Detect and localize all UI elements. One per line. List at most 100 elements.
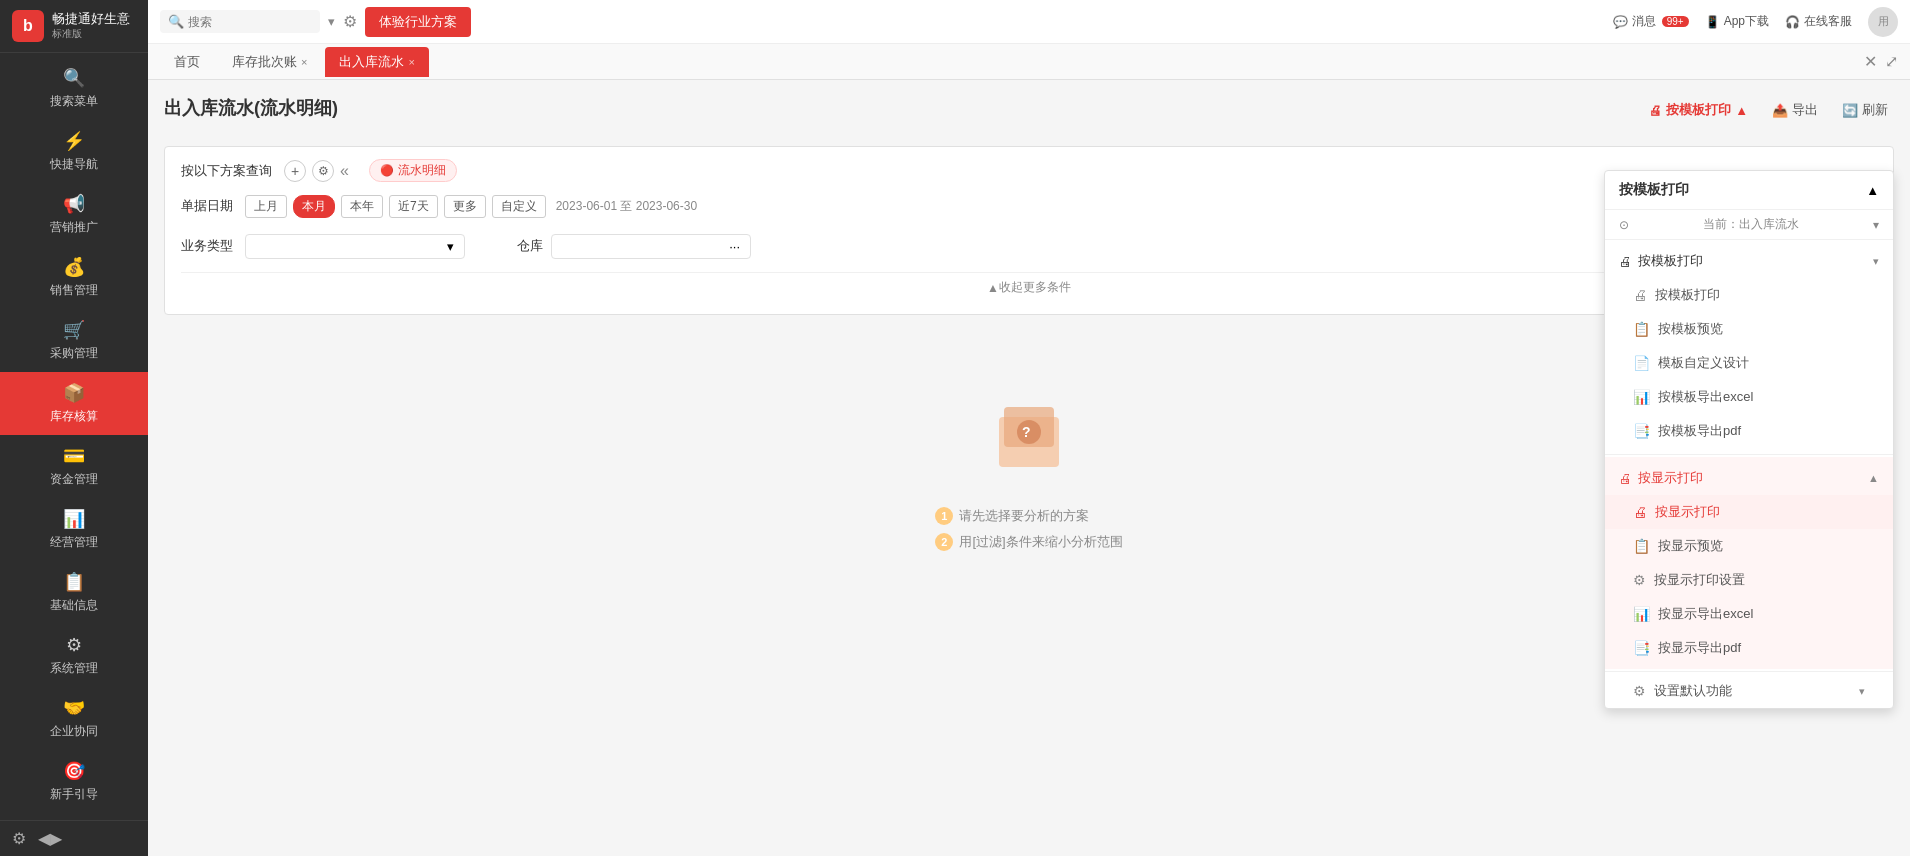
display-section-arrow: ▲ <box>1868 472 1879 484</box>
current-template-arrow[interactable]: ▾ <box>1873 218 1879 232</box>
tab-flow-close[interactable]: × <box>408 56 414 68</box>
search-input[interactable] <box>188 15 288 29</box>
sidebar-fold-icon[interactable]: ◀▶ <box>38 829 62 848</box>
display-print-header: 🖨 按显示打印 ▲ <box>1605 461 1893 495</box>
empty-step-1: 1 请先选择要分析的方案 <box>935 503 1122 529</box>
main-content: 🔍 ▾ ⚙ 体验行业方案 💬 消息 99+ 📱 App下载 🎧 在线客服 用 <box>148 0 1910 856</box>
template-export-pdf-item[interactable]: 📑 按模板导出pdf <box>1605 414 1893 448</box>
refresh-btn[interactable]: 🔄 刷新 <box>1836 97 1894 123</box>
date-7days-btn[interactable]: 近7天 <box>389 195 438 218</box>
date-range-text: 2023-06-01 至 2023-06-30 <box>556 198 697 215</box>
filter-settings-btn[interactable]: ⚙ <box>312 160 334 182</box>
logo-icon: b <box>12 10 44 42</box>
sidebar-icon-system: ⚙ <box>66 634 82 656</box>
display-excel-icon: 📊 <box>1633 606 1650 622</box>
sidebar-item-system[interactable]: ⚙ 系统管理 <box>0 624 148 687</box>
filter-collapse-btn[interactable]: « <box>340 162 349 180</box>
trial-btn[interactable]: 体验行业方案 <box>365 7 471 37</box>
refresh-icon: 🔄 <box>1842 103 1858 118</box>
sidebar-item-sales[interactable]: 💰 销售管理 <box>0 246 148 309</box>
template-section-title: 🖨 按模板打印 <box>1619 252 1703 270</box>
date-this-year-btn[interactable]: 本年 <box>341 195 383 218</box>
display-print-section: 🖨 按显示打印 ▲ 🖨 按显示打印 📋 按显示预览 ⚙ 按显示打印设置 <box>1605 457 1893 669</box>
tabs-expand-icon[interactable]: ⤢ <box>1885 52 1898 71</box>
warehouse-select[interactable]: ··· <box>551 234 751 259</box>
search-box[interactable]: 🔍 <box>160 10 320 33</box>
sidebar-icon-sales: 💰 <box>63 256 85 278</box>
warehouse-label: 仓库 <box>517 237 543 255</box>
sidebar-item-finance[interactable]: 💳 资金管理 <box>0 435 148 498</box>
sidebar-item-quick-nav[interactable]: ⚡ 快捷导航 <box>0 120 148 183</box>
display-export-pdf-item[interactable]: 📑 按显示导出pdf <box>1605 631 1893 665</box>
item-print-icon: 🖨 <box>1633 287 1647 303</box>
sidebar-item-basics[interactable]: 📋 基础信息 <box>0 561 148 624</box>
display-preview-item[interactable]: 📋 按显示预览 <box>1605 529 1893 563</box>
action-bar: 🖨 按模板打印 ▲ 📤 导出 🔄 刷新 <box>1643 97 1894 123</box>
message-btn[interactable]: 💬 消息 99+ <box>1613 13 1689 30</box>
tabs-close-icon[interactable]: ✕ <box>1864 52 1877 71</box>
export-btn[interactable]: 📤 导出 <box>1766 97 1824 123</box>
sidebar-label-cooperation: 企业协同 <box>50 723 98 740</box>
app-version: 标准版 <box>52 27 130 41</box>
online-service-btn[interactable]: 🎧 在线客服 <box>1785 13 1852 30</box>
biz-type-expand-icon: ▾ <box>447 239 454 254</box>
empty-step-2: 2 用[过滤]条件来缩小分析范围 <box>935 529 1122 555</box>
app-download-btn[interactable]: 📱 App下载 <box>1705 13 1769 30</box>
tab-batch[interactable]: 库存批次账 × <box>218 47 321 77</box>
item-custom-icon: 📄 <box>1633 355 1650 371</box>
sidebar-item-cooperation[interactable]: 🤝 企业协同 <box>0 687 148 750</box>
sidebar-label-marketing: 营销推广 <box>50 219 98 236</box>
search-icon: 🔍 <box>168 14 184 29</box>
sidebar-label-operations: 经营管理 <box>50 534 98 551</box>
biz-type-select[interactable]: ▾ <box>245 234 465 259</box>
user-avatar[interactable]: 用 <box>1868 7 1898 37</box>
sidebar-label-inventory: 库存核算 <box>50 408 98 425</box>
display-section-title: 🖨 按显示打印 <box>1619 469 1703 487</box>
date-last-month-btn[interactable]: 上月 <box>245 195 287 218</box>
dropdown-title: 按模板打印 <box>1619 181 1689 199</box>
tab-home[interactable]: 首页 <box>160 47 214 77</box>
template-preview-item[interactable]: 📋 按模板预览 <box>1605 312 1893 346</box>
sidebar-item-purchase[interactable]: 🛒 采购管理 <box>0 309 148 372</box>
sidebar-item-operations[interactable]: 📊 经营管理 <box>0 498 148 561</box>
date-more-btn[interactable]: 更多 <box>444 195 486 218</box>
print-template-btn[interactable]: 🖨 按模板打印 ▲ <box>1643 97 1754 123</box>
sidebar-item-search[interactable]: 🔍 搜索菜单 <box>0 57 148 120</box>
sidebar-item-newbie[interactable]: 🎯 新手引导 <box>0 750 148 813</box>
topbar-settings-icon[interactable]: ⚙ <box>343 12 357 31</box>
date-this-month-btn[interactable]: 本月 <box>293 195 335 218</box>
app-name: 畅捷通好生意 <box>52 11 130 27</box>
sidebar-settings-icon[interactable]: ⚙ <box>12 829 26 848</box>
tab-flow[interactable]: 出入库流水 × <box>325 47 428 77</box>
sidebar-icon-basics: 📋 <box>63 571 85 593</box>
template-print-item[interactable]: 🖨 按模板打印 <box>1605 278 1893 312</box>
topbar-right: 💬 消息 99+ 📱 App下载 🎧 在线客服 用 <box>1613 7 1898 37</box>
filter-add-btn[interactable]: + <box>284 160 306 182</box>
set-default-arrow: ▾ <box>1859 685 1865 698</box>
sidebar-item-inventory[interactable]: 📦 库存核算 <box>0 372 148 435</box>
display-print-item[interactable]: 🖨 按显示打印 <box>1605 495 1893 529</box>
display-settings-item[interactable]: ⚙ 按显示打印设置 <box>1605 563 1893 597</box>
dropdown-panel: 按模板打印 ▲ ⊙ 当前：出入库流水 ▾ 🖨 按模板打印 ▾ <box>1604 170 1894 709</box>
template-print-header: 🖨 按模板打印 ▾ <box>1605 244 1893 278</box>
template-section-arrow: ▾ <box>1873 255 1879 268</box>
current-template-text: 当前：出入库流水 <box>1703 216 1799 233</box>
headset-icon: 🎧 <box>1785 15 1800 29</box>
template-export-excel-item[interactable]: 📊 按模板导出excel <box>1605 380 1893 414</box>
empty-steps: 1 请先选择要分析的方案 2 用[过滤]条件来缩小分析范围 <box>935 503 1122 555</box>
set-default-item[interactable]: ⚙ 设置默认功能 ▾ <box>1605 674 1893 708</box>
current-template-label: ⊙ <box>1619 218 1629 232</box>
sidebar-icon-inventory: 📦 <box>63 382 85 404</box>
app-logo: b 畅捷通好生意 标准版 <box>0 0 148 53</box>
tab-batch-close[interactable]: × <box>301 56 307 68</box>
date-custom-btn[interactable]: 自定义 <box>492 195 546 218</box>
display-preview-icon: 📋 <box>1633 538 1650 554</box>
template-custom-item[interactable]: 📄 模板自定义设计 <box>1605 346 1893 380</box>
filter-tag[interactable]: 🔴 流水明细 <box>369 159 457 182</box>
sidebar-item-marketing[interactable]: 📢 营销推广 <box>0 183 148 246</box>
template-print-section: 🖨 按模板打印 ▾ 🖨 按模板打印 📋 按模板预览 📄 模板自定义设计 <box>1605 240 1893 452</box>
display-export-excel-item[interactable]: 📊 按显示导出excel <box>1605 597 1893 631</box>
sidebar-item-apps[interactable]: 🗂 应用中心 <box>0 813 148 820</box>
dropdown-collapse-icon[interactable]: ▲ <box>1866 183 1879 198</box>
topbar-dropdown-icon[interactable]: ▾ <box>328 14 335 29</box>
